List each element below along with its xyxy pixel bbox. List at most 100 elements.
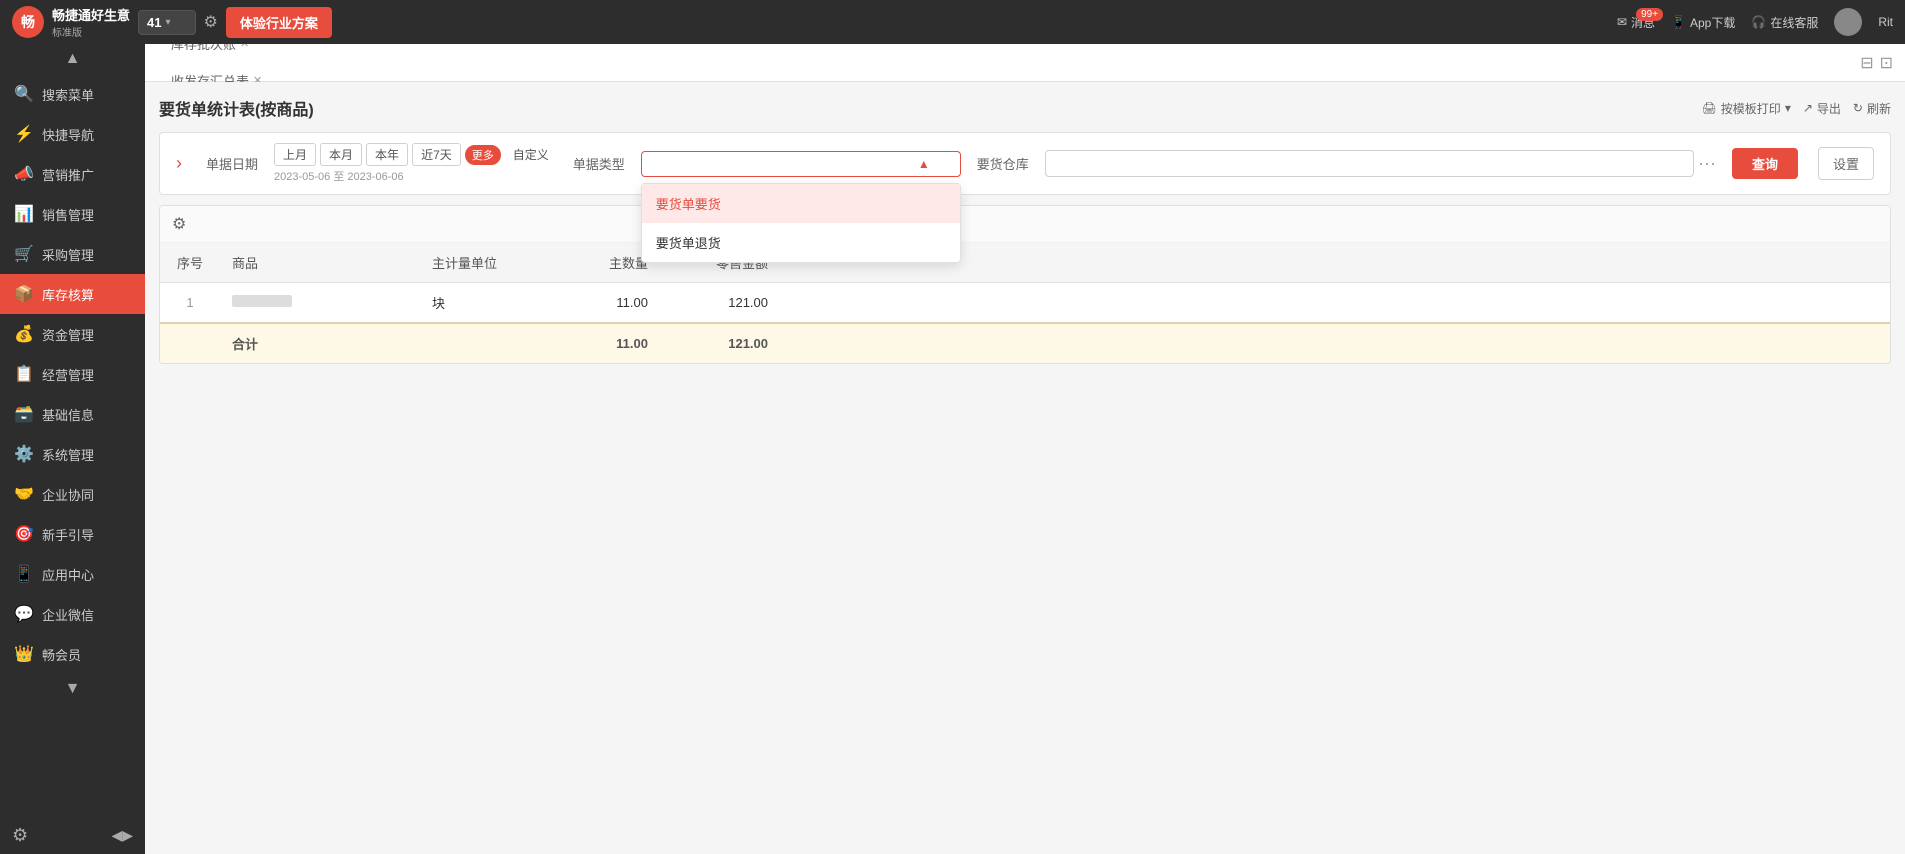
sidebar-label-enterprise: 企业协同	[42, 485, 94, 504]
tab-label-inventory-batch: 库存批次账	[171, 44, 236, 53]
table-header-row: 序号 商品 主计量单位 主数量 零售金额	[160, 243, 1890, 283]
user-avatar[interactable]	[1834, 8, 1862, 36]
tab-inventory-batch[interactable]: 库存批次账 ✕	[157, 44, 276, 63]
sidebar-label-basic: 基础信息	[42, 405, 94, 424]
cell-product	[220, 283, 420, 324]
filter-row: › 单据日期 上月 本月 本年 近7天 更多 自定义 2023-05-	[176, 143, 1874, 184]
sidebar-icon-enterprise: 🤝	[14, 484, 34, 504]
sidebar-collapse-button[interactable]: ◀▶	[111, 827, 133, 844]
sidebar-label-purchase: 采购管理	[42, 245, 94, 264]
content-area: 首页库存批次账✕收发存汇总表✕要货单统计表✕ ⊟ ⊡ 要货单统计表(按商品) 🖨…	[145, 44, 1905, 854]
sidebar-scroll-down[interactable]: ▼	[0, 674, 145, 704]
sidebar-icon-guide: 🎯	[14, 524, 34, 544]
cell-amount: 121.00	[660, 283, 780, 324]
sidebar-label-inventory: 库存核算	[42, 285, 94, 304]
filter-expand-button[interactable]: ›	[176, 153, 182, 174]
app-download-button[interactable]: 📱 App下载	[1671, 14, 1735, 31]
tab-close-inventory-batch[interactable]: ✕	[240, 44, 249, 50]
tab-settings-icon[interactable]: ⚙	[204, 12, 218, 32]
type-filter-wrapper: ▲ 要货单要货要货单退货	[641, 151, 961, 177]
sidebar-label-quicknav: 快捷导航	[42, 125, 94, 144]
trial-button[interactable]: 体验行业方案	[226, 7, 332, 38]
sidebar-item-search[interactable]: 🔍 搜索菜单	[0, 74, 145, 114]
date-range-text: 2023-05-06 至 2023-06-06	[274, 168, 557, 184]
date-last-month[interactable]: 上月	[274, 143, 316, 166]
col-product: 商品	[220, 243, 420, 283]
sidebar-item-purchase[interactable]: 🛒 采购管理	[0, 234, 145, 274]
sidebar-item-marketing[interactable]: 📣 营销推广	[0, 154, 145, 194]
sidebar-item-finance[interactable]: 💰 资金管理	[0, 314, 145, 354]
sidebar-label-guide: 新手引导	[42, 525, 94, 544]
app-brand: 畅捷通好生意 标准版	[52, 5, 130, 39]
tab-maximize-icon[interactable]: ⊡	[1880, 53, 1893, 73]
date-this-year[interactable]: 本年	[366, 143, 408, 166]
query-button[interactable]: 查询	[1732, 148, 1798, 179]
cell-unit: 块	[420, 283, 540, 324]
sidebar: ▲ 🔍 搜索菜单 ⚡ 快捷导航 📣 营销推广 📊 销售管理 🛒 采购管理 📦 库…	[0, 44, 145, 854]
tab-minimize-icon[interactable]: ⊟	[1860, 53, 1873, 73]
messages-button[interactable]: ✉ 消息 99+	[1617, 14, 1655, 31]
sidebar-label-search: 搜索菜单	[42, 85, 94, 104]
page-content: 要货单统计表(按商品) 🖨 按模板打印 ▾ ↗ 导出 ↻	[145, 82, 1905, 854]
top-bar-right: ✉ 消息 99+ 📱 App下载 🎧 在线客服 Rit	[1617, 8, 1893, 36]
sidebar-icon-purchase: 🛒	[14, 244, 34, 264]
warehouse-input[interactable]	[1045, 150, 1694, 177]
refresh-button[interactable]: ↻ 刷新	[1853, 100, 1891, 117]
table-column-settings-icon[interactable]: ⚙	[172, 214, 186, 234]
export-button[interactable]: ↗ 导出	[1803, 100, 1841, 117]
sidebar-item-wechat[interactable]: 💬 企业微信	[0, 594, 145, 634]
sidebar-label-system: 系统管理	[42, 445, 94, 464]
type-filter-label: 单据类型	[573, 154, 625, 173]
sidebar-label-member: 畅会员	[42, 645, 81, 664]
warehouse-filter: ···	[1045, 150, 1716, 177]
table-container: ⚙ 序号 商品 主计量单位 主数量 零售金额	[159, 205, 1891, 364]
sidebar-icon-wechat: 💬	[14, 604, 34, 624]
sidebar-item-sales[interactable]: 📊 销售管理	[0, 194, 145, 234]
sidebar-item-enterprise[interactable]: 🤝 企业协同	[0, 474, 145, 514]
date-more-badge[interactable]: 更多	[465, 145, 501, 165]
sidebar-item-inventory[interactable]: 📦 库存核算	[0, 274, 145, 314]
warehouse-more-button[interactable]: ···	[1698, 153, 1716, 174]
page-actions: 🖨 按模板打印 ▾ ↗ 导出 ↻ 刷新	[1702, 100, 1891, 117]
date-this-month[interactable]: 本月	[320, 143, 362, 166]
date-last-7-days[interactable]: 近7天	[412, 143, 461, 166]
type-dropdown: 要货单要货要货单退货	[641, 183, 961, 263]
print-template-button[interactable]: 🖨 按模板打印 ▾	[1702, 100, 1791, 117]
sidebar-item-appcenter[interactable]: 📱 应用中心	[0, 554, 145, 594]
sidebar-label-operation: 经营管理	[42, 365, 94, 384]
table-row: 1 块 11.00 121.00	[160, 283, 1890, 324]
dropdown-items: 要货单要货要货单退货	[642, 184, 960, 262]
sidebar-item-quicknav[interactable]: ⚡ 快捷导航	[0, 114, 145, 154]
sidebar-icon-quicknav: ⚡	[14, 124, 34, 144]
sidebar-item-system[interactable]: ⚙️ 系统管理	[0, 434, 145, 474]
date-shortcuts: 上月 本月 本年 近7天 更多 自定义	[274, 143, 557, 166]
sidebar-settings-icon[interactable]: ⚙	[12, 825, 28, 846]
sidebar-item-member[interactable]: 👑 畅会员	[0, 634, 145, 674]
tab-count-selector[interactable]: 41 ▾	[138, 10, 196, 35]
date-custom-button[interactable]: 自定义	[505, 144, 557, 165]
dropdown-item-return[interactable]: 要货单退货	[642, 223, 960, 262]
sidebar-icon-search: 🔍	[14, 84, 34, 104]
filter-panel: › 单据日期 上月 本月 本年 近7天 更多 自定义 2023-05-	[159, 132, 1891, 195]
sidebar-icon-sales: 📊	[14, 204, 34, 224]
sidebar-bottom: ⚙ ◀▶	[0, 817, 145, 854]
sidebar-icon-operation: 📋	[14, 364, 34, 384]
table-body: 1 块 11.00 121.00	[160, 283, 1890, 324]
app-logo: 畅	[12, 6, 44, 38]
settings-button[interactable]: 设置	[1818, 147, 1874, 180]
sidebar-item-operation[interactable]: 📋 经营管理	[0, 354, 145, 394]
top-bar: 畅 畅捷通好生意 标准版 41 ▾ ⚙ 体验行业方案 ✉ 消息 99+ 📱 Ap…	[0, 0, 1905, 44]
online-service-button[interactable]: 🎧 在线客服	[1751, 14, 1818, 31]
cell-qty: 11.00	[540, 283, 660, 324]
type-filter-select[interactable]: ▲	[641, 151, 961, 177]
sidebar-item-guide[interactable]: 🎯 新手引导	[0, 514, 145, 554]
sidebar-item-basic[interactable]: 🗃️ 基础信息	[0, 394, 145, 434]
dropdown-item-requisition[interactable]: 要货单要货	[642, 184, 960, 223]
top-bar-left: 畅 畅捷通好生意 标准版 41 ▾ ⚙ 体验行业方案	[12, 5, 332, 39]
col-unit: 主计量单位	[420, 243, 540, 283]
sidebar-icon-system: ⚙️	[14, 444, 34, 464]
sidebar-label-finance: 资金管理	[42, 325, 94, 344]
page-title: 要货单统计表(按商品)	[159, 96, 314, 120]
table-toolbar: ⚙	[160, 206, 1890, 243]
sidebar-scroll-up[interactable]: ▲	[0, 44, 145, 74]
